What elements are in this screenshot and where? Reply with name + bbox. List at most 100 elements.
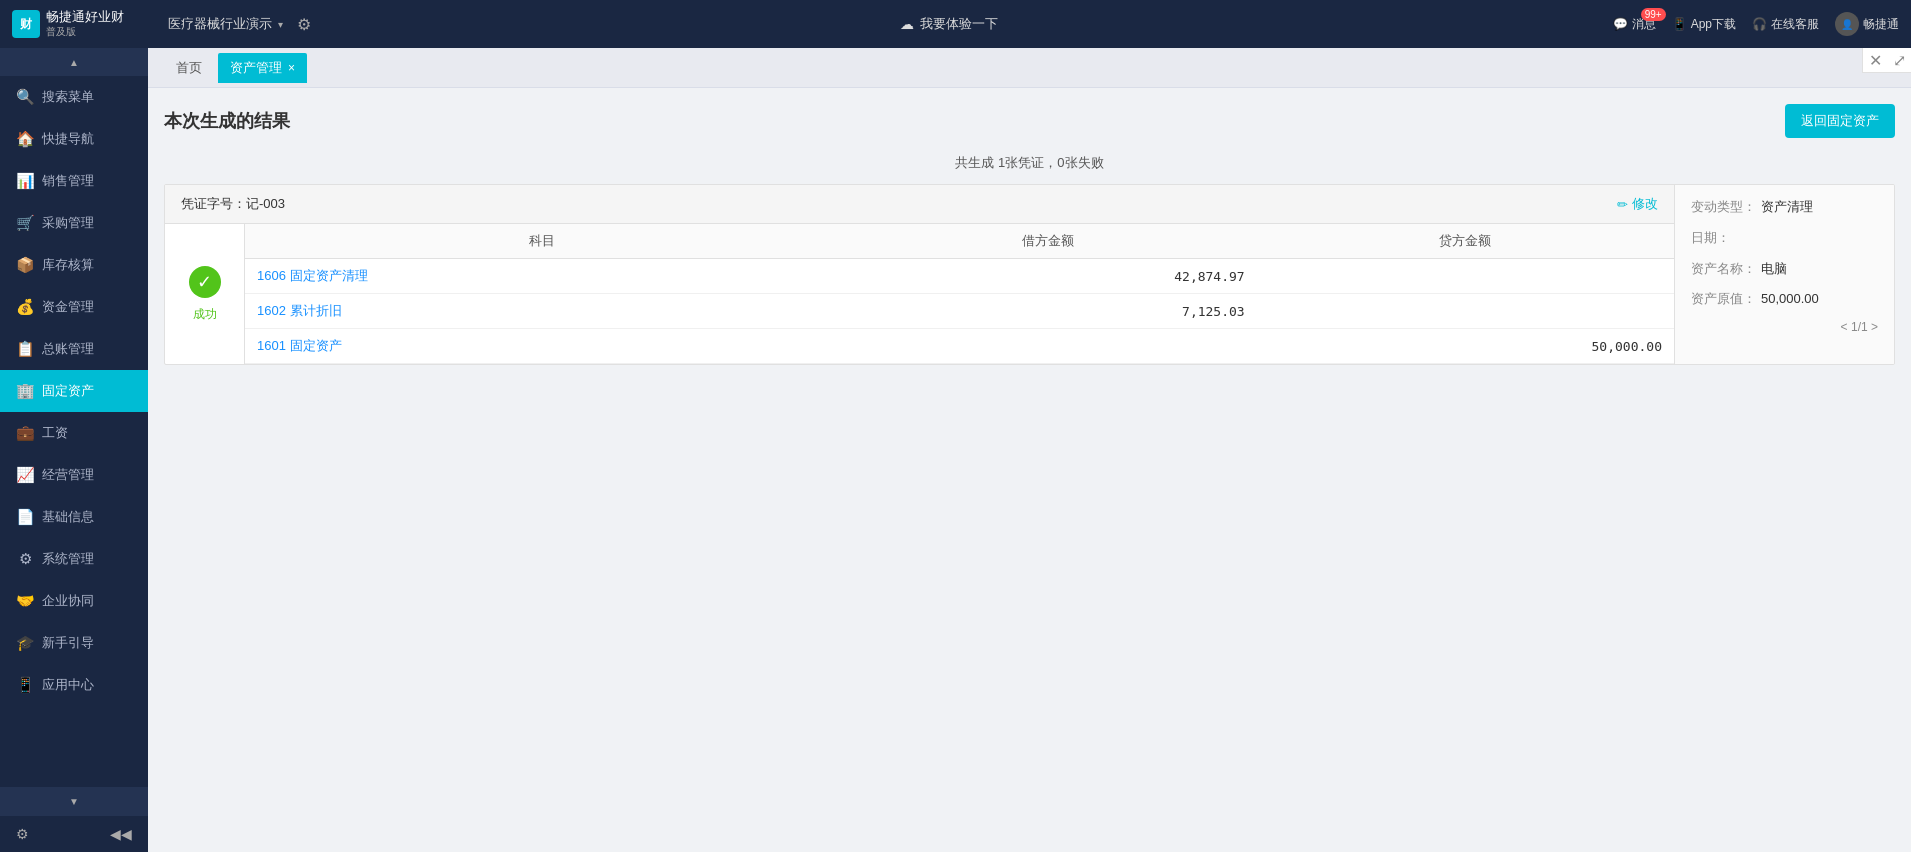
sidebar-scroll-down[interactable]: ▼: [0, 787, 148, 815]
online-service-label: 在线客服: [1771, 16, 1819, 33]
table-row: 1602 累计折旧7,125.03: [245, 294, 1674, 329]
settings-bottom-icon[interactable]: ⚙: [16, 826, 29, 842]
cell-account: 1606 固定资产清理: [245, 259, 839, 294]
tab-home[interactable]: 首页: [164, 53, 214, 83]
online-service-button[interactable]: 🎧 在线客服: [1752, 16, 1819, 33]
success-indicator: ✓ 成功: [165, 224, 245, 364]
cell-credit: [1257, 294, 1674, 329]
voucher-number: 凭证字号：记-003: [181, 195, 285, 213]
fixed-assets-icon: 🏢: [16, 382, 34, 400]
sidebar-item-inventory[interactable]: 📦 库存核算: [0, 244, 148, 286]
success-icon: ✓: [189, 266, 221, 298]
sidebar-item-purchase[interactable]: 🛒 采购管理: [0, 202, 148, 244]
app-edition: 普及版: [46, 25, 124, 39]
result-summary: 共生成 1张凭证，0张失败: [164, 154, 1895, 172]
app-download-button[interactable]: 📱 App下载: [1672, 16, 1736, 33]
voucher-body: ✓ 成功 科目 借方金额 贷方金额: [165, 224, 1674, 364]
asset-name-value: 电脑: [1761, 259, 1787, 280]
original-value-value: 50,000.00: [1761, 289, 1819, 310]
result-header: 本次生成的结果 返回固定资产: [164, 104, 1895, 138]
logo-icon: 财: [12, 10, 40, 38]
side-original-value: 资产原值： 50,000.00: [1691, 289, 1878, 310]
sidebar-item-app-center[interactable]: 📱 应用中心: [0, 664, 148, 706]
sidebar-scroll-up[interactable]: ▲: [0, 48, 148, 76]
sidebar-item-basic-info[interactable]: 📄 基础信息: [0, 496, 148, 538]
asset-name-label: 资产名称：: [1691, 259, 1761, 280]
app-download-label: App下载: [1691, 16, 1736, 33]
sidebar-item-cooperation[interactable]: 🤝 企业协同: [0, 580, 148, 622]
return-button[interactable]: 返回固定资产: [1785, 104, 1895, 138]
home-icon: 🏠: [16, 130, 34, 148]
logo-text-block: 畅捷通好业财 普及版: [46, 9, 124, 39]
next-page-icon[interactable]: >: [1871, 320, 1878, 334]
change-type-value: 资产清理: [1761, 197, 1813, 218]
change-type-label: 变动类型：: [1691, 197, 1761, 218]
tab-close-icon[interactable]: ×: [288, 61, 295, 75]
content-area: 首页 资产管理 × 本次生成的结果 返回固定资产 共生成 1张凭证，0张失败: [148, 48, 1911, 852]
company-selector[interactable]: 医疗器械行业演示 ▾ ⚙: [168, 15, 880, 34]
sidebar-item-fixed-assets[interactable]: 🏢 固定资产: [0, 370, 148, 412]
capital-icon: 💰: [16, 298, 34, 316]
sidebar-item-label: 总账管理: [42, 340, 94, 358]
salary-icon: 💼: [16, 424, 34, 442]
col-account: 科目: [245, 224, 839, 259]
experience-icon: ☁: [900, 16, 914, 32]
topbar: 财 畅捷通好业财 普及版 医疗器械行业演示 ▾ ⚙ ☁ 我要体验一下 💬 消息 …: [0, 0, 1911, 48]
ledger-icon: 📋: [16, 340, 34, 358]
edit-label: 修改: [1632, 195, 1658, 213]
sidebar-item-label: 基础信息: [42, 508, 94, 526]
app-center-icon: 📱: [16, 676, 34, 694]
cell-credit: [1257, 259, 1674, 294]
sidebar-item-quick-nav[interactable]: 🏠 快捷导航: [0, 118, 148, 160]
sidebar-bottom: ⚙ ◀◀: [0, 815, 148, 852]
panel-controls: ✕ ⤢: [1862, 48, 1911, 73]
sidebar-item-guide[interactable]: 🎓 新手引导: [0, 622, 148, 664]
sidebar-item-salary[interactable]: 💼 工资: [0, 412, 148, 454]
cell-debit: 42,874.97: [839, 259, 1256, 294]
experience-link[interactable]: ☁ 我要体验一下: [900, 15, 1612, 33]
original-value-label: 资产原值：: [1691, 289, 1761, 310]
topbar-right: 💬 消息 99+ 📱 App下载 🎧 在线客服 👤 畅捷通: [1613, 12, 1899, 36]
voucher-header: 凭证字号：记-003 ✏ 修改: [165, 185, 1674, 224]
user-name: 畅捷通: [1863, 16, 1899, 33]
sidebar-item-label: 企业协同: [42, 592, 94, 610]
voucher-table: 科目 借方金额 贷方金额 1606 固定资产清理42,874.971602 累计…: [245, 224, 1674, 364]
sidebar-item-search[interactable]: 🔍 搜索菜单: [0, 76, 148, 118]
voucher-main: 凭证字号：记-003 ✏ 修改 ✓ 成功: [165, 185, 1674, 364]
company-dropdown-icon: ▾: [278, 19, 283, 30]
messages-badge: 99+: [1641, 8, 1666, 21]
close-panel-button[interactable]: ✕: [1863, 48, 1887, 72]
col-credit: 贷方金额: [1257, 224, 1674, 259]
page-content: 本次生成的结果 返回固定资产 共生成 1张凭证，0张失败 凭证字号：记-003 …: [148, 88, 1911, 852]
date-label: 日期：: [1691, 228, 1761, 249]
sidebar-item-capital[interactable]: 💰 资金管理: [0, 286, 148, 328]
messages-button[interactable]: 💬 消息 99+: [1613, 16, 1656, 33]
sidebar-item-ledger[interactable]: 📋 总账管理: [0, 328, 148, 370]
sidebar-item-label: 销售管理: [42, 172, 94, 190]
sidebar-item-management[interactable]: 📈 经营管理: [0, 454, 148, 496]
side-pagination[interactable]: < 1/1 >: [1691, 320, 1878, 334]
app-logo: 财 畅捷通好业财 普及版: [12, 9, 160, 39]
side-asset-name: 资产名称： 电脑: [1691, 259, 1878, 280]
edit-button[interactable]: ✏ 修改: [1617, 195, 1658, 213]
user-menu[interactable]: 👤 畅捷通: [1835, 12, 1899, 36]
tab-asset-mgmt[interactable]: 资产管理 ×: [218, 53, 307, 83]
sidebar-item-label: 库存核算: [42, 256, 94, 274]
management-icon: 📈: [16, 466, 34, 484]
sidebar-item-system[interactable]: ⚙ 系统管理: [0, 538, 148, 580]
sales-icon: 📊: [16, 172, 34, 190]
company-settings-icon[interactable]: ⚙: [297, 15, 311, 34]
sidebar-item-sales[interactable]: 📊 销售管理: [0, 160, 148, 202]
company-name: 医疗器械行业演示: [168, 15, 272, 33]
collapse-sidebar-icon[interactable]: ◀◀: [110, 826, 132, 842]
tab-home-label: 首页: [176, 60, 202, 75]
table-row: 1606 固定资产清理42,874.97: [245, 259, 1674, 294]
expand-panel-button[interactable]: ⤢: [1887, 48, 1911, 72]
prev-page-icon[interactable]: <: [1841, 320, 1848, 334]
sidebar-item-label: 采购管理: [42, 214, 94, 232]
cell-account: 1601 固定资产: [245, 329, 839, 364]
experience-text: 我要体验一下: [920, 15, 998, 33]
guide-icon: 🎓: [16, 634, 34, 652]
system-icon: ⚙: [16, 550, 34, 568]
sidebar-item-label: 固定资产: [42, 382, 94, 400]
